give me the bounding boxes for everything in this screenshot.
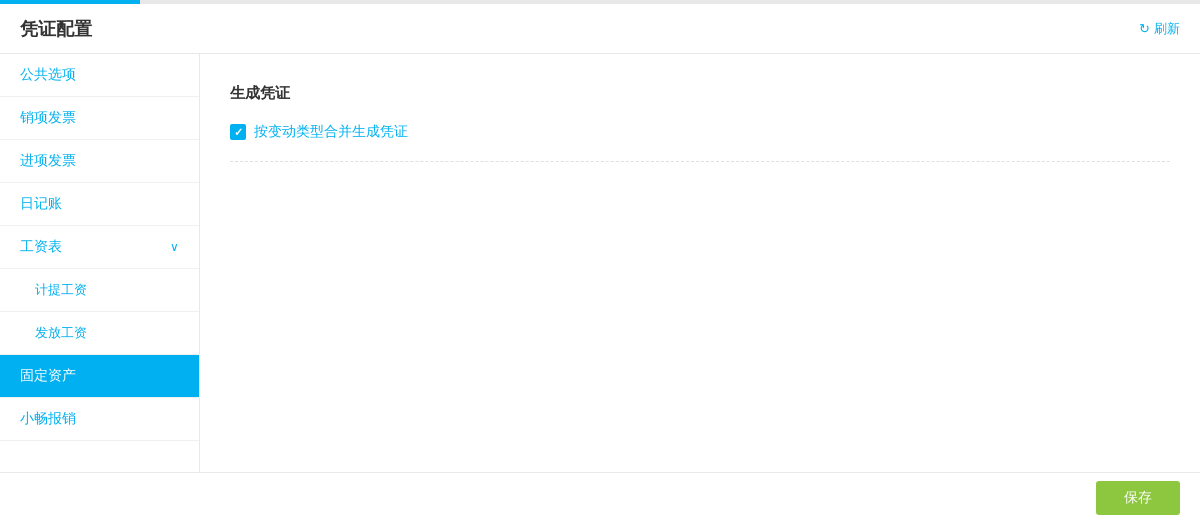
- section-title: 生成凭证: [230, 84, 1170, 103]
- sidebar-item-label: 公共选项: [20, 66, 76, 84]
- sidebar-item-label: 小畅报销: [20, 410, 76, 428]
- page-title: 凭证配置: [20, 17, 92, 41]
- sidebar-item-journal[interactable]: 日记账: [0, 183, 199, 226]
- page-footer: 保存: [0, 472, 1200, 522]
- merge-checkbox[interactable]: [230, 124, 246, 140]
- refresh-button[interactable]: ↻ 刷新: [1139, 20, 1180, 38]
- sidebar: 公共选项 销项发票 进项发票 日记账 工资表 ∨ 计提工资 发放工资 固定资产 …: [0, 54, 200, 472]
- sidebar-item-payroll[interactable]: 工资表 ∨: [0, 226, 199, 269]
- sidebar-item-label: 计提工资: [35, 281, 87, 299]
- sidebar-item-public[interactable]: 公共选项: [0, 54, 199, 97]
- chevron-down-icon: ∨: [170, 240, 179, 254]
- sidebar-item-label: 工资表: [20, 238, 62, 256]
- main-container: 公共选项 销项发票 进项发票 日记账 工资表 ∨ 计提工资 发放工资 固定资产 …: [0, 54, 1200, 472]
- section-divider: [230, 161, 1170, 162]
- sidebar-item-expense[interactable]: 小畅报销: [0, 398, 199, 441]
- sidebar-item-purchase-invoice[interactable]: 进项发票: [0, 140, 199, 183]
- content-area: 生成凭证 按变动类型合并生成凭证: [200, 54, 1200, 472]
- refresh-icon: ↻: [1139, 21, 1150, 36]
- sidebar-item-fixed-assets[interactable]: 固定资产: [0, 355, 199, 398]
- merge-checkbox-label[interactable]: 按变动类型合并生成凭证: [254, 123, 408, 141]
- page-header: 凭证配置 ↻ 刷新: [0, 4, 1200, 54]
- save-button[interactable]: 保存: [1096, 481, 1180, 515]
- checkbox-row: 按变动类型合并生成凭证: [230, 123, 1170, 141]
- sidebar-item-label: 发放工资: [35, 324, 87, 342]
- sidebar-item-label: 销项发票: [20, 109, 76, 127]
- sidebar-item-sales-invoice[interactable]: 销项发票: [0, 97, 199, 140]
- sidebar-item-pay-payroll[interactable]: 发放工资: [0, 312, 199, 355]
- sidebar-item-calc-payroll[interactable]: 计提工资: [0, 269, 199, 312]
- sidebar-item-label: 日记账: [20, 195, 62, 213]
- refresh-label: 刷新: [1154, 20, 1180, 38]
- sidebar-item-label: 进项发票: [20, 152, 76, 170]
- sidebar-item-label: 固定资产: [20, 367, 76, 385]
